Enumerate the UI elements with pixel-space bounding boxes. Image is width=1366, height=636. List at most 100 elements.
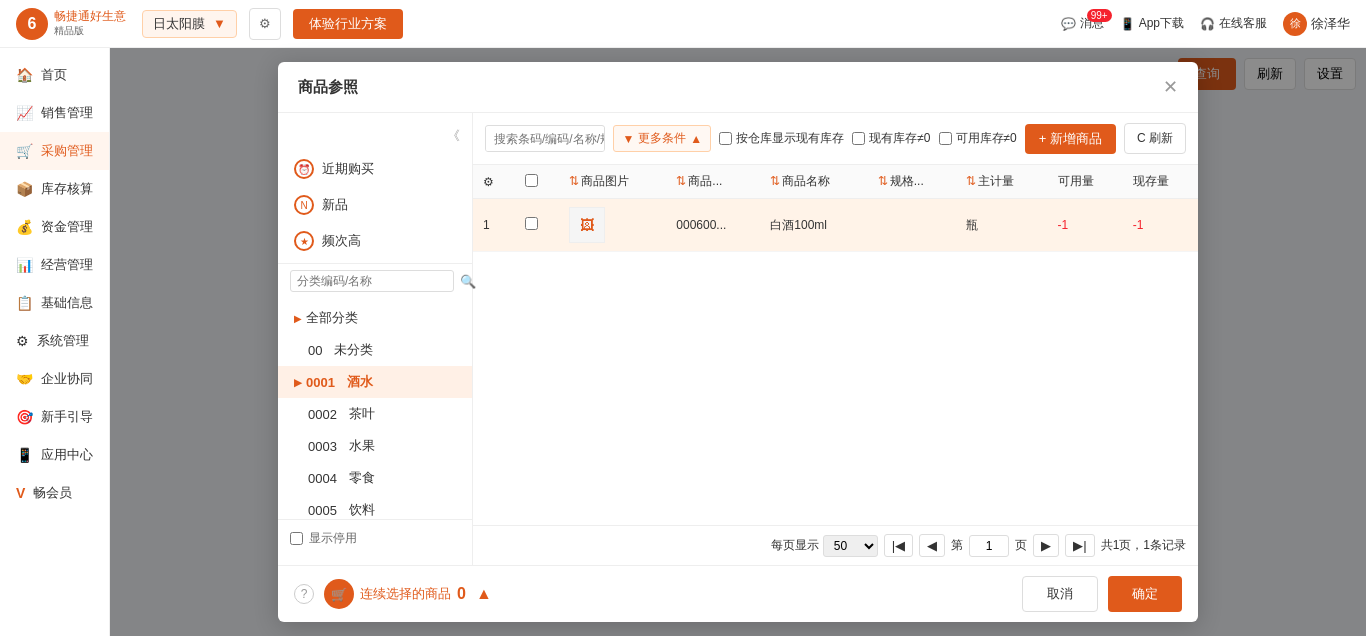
message-nav-item[interactable]: 💬 消息 99+ bbox=[1061, 15, 1104, 32]
select-all-checkbox[interactable] bbox=[525, 174, 538, 187]
product-search-input[interactable] bbox=[486, 127, 605, 151]
close-icon[interactable]: ✕ bbox=[1163, 76, 1178, 98]
left-panel-top: 《 bbox=[278, 121, 472, 151]
headset-icon: 🎧 bbox=[1200, 17, 1215, 31]
nav-selector[interactable]: 日太阳膜 ▼ bbox=[142, 10, 237, 38]
category-search-input[interactable] bbox=[290, 270, 454, 292]
category-item-0005[interactable]: 0005 饮料 bbox=[278, 494, 472, 519]
operations-icon: 📊 bbox=[16, 257, 33, 273]
vip-icon: V bbox=[16, 485, 25, 501]
check-warehouse-checkbox[interactable] bbox=[719, 132, 732, 145]
col-spec: ⇅规格... bbox=[868, 165, 957, 199]
cell-name: 白酒100ml bbox=[760, 199, 867, 252]
show-disabled-row: 显示停用 bbox=[278, 519, 472, 557]
refresh-table-button[interactable]: C 刷新 bbox=[1124, 123, 1186, 154]
cell-index: 1 bbox=[473, 199, 515, 252]
logo-area: 6 畅捷通好生意 精品版 bbox=[16, 8, 126, 40]
check-available-stock-checkbox[interactable] bbox=[939, 132, 952, 145]
star-icon: ★ bbox=[294, 231, 314, 251]
category-item-0004[interactable]: 0004 零食 bbox=[278, 462, 472, 494]
service-nav-item[interactable]: 🎧 在线客服 bbox=[1200, 15, 1267, 32]
cart-icon: 🛒 bbox=[324, 579, 354, 609]
more-conditions-button[interactable]: ▼ 更多条件 ▲ bbox=[613, 125, 711, 152]
category-item-0002[interactable]: 0002 茶叶 bbox=[278, 398, 472, 430]
sidebar-item-sales[interactable]: 📈 销售管理 bbox=[0, 94, 109, 132]
message-badge: 99+ bbox=[1087, 9, 1112, 22]
cell-stock: -1 bbox=[1123, 199, 1198, 252]
phone-icon: 📱 bbox=[1120, 17, 1135, 31]
sales-icon: 📈 bbox=[16, 105, 33, 121]
sidebar-item-inventory[interactable]: 📦 库存核算 bbox=[0, 170, 109, 208]
per-page-select[interactable]: 50 10 20 100 bbox=[823, 535, 878, 557]
modal-body: 《 ⏰ 近期购买 N 新品 ★ 频次高 bbox=[278, 113, 1198, 565]
modal-footer: ? 🛒 连续选择的商品 0 ▲ 取消 确定 bbox=[278, 565, 1198, 622]
new-icon: N bbox=[294, 195, 314, 215]
sidebar-item-operations[interactable]: 📊 经营管理 bbox=[0, 246, 109, 284]
avatar: 徐 bbox=[1283, 12, 1307, 36]
collapse-button[interactable]: 《 bbox=[447, 127, 460, 145]
clock-icon: ⏰ bbox=[294, 159, 314, 179]
triangle-icon: ▶ bbox=[294, 313, 302, 324]
purchase-icon: 🛒 bbox=[16, 143, 33, 159]
sidebar-item-purchase[interactable]: 🛒 采购管理 bbox=[0, 132, 109, 170]
content-area: 查询 刷新 设置 商品参照 ✕ 《 bbox=[110, 48, 1366, 636]
help-icon[interactable]: ? bbox=[294, 584, 314, 604]
modal-header: 商品参照 ✕ bbox=[278, 62, 1198, 113]
col-available: 可用量 bbox=[1048, 165, 1123, 199]
enterprise-icon: 🤝 bbox=[16, 371, 33, 387]
main-layout: 🏠 首页 📈 销售管理 🛒 采购管理 📦 库存核算 💰 资金管理 📊 经营管理 … bbox=[0, 48, 1366, 636]
table-row[interactable]: 1 🖼 000600... 白酒100ml bbox=[473, 199, 1198, 252]
category-item-0003[interactable]: 0003 水果 bbox=[278, 430, 472, 462]
nav-right: 💬 消息 99+ 📱 App下载 🎧 在线客服 徐 徐泽华 bbox=[1061, 12, 1350, 36]
sidebar-item-finance[interactable]: 💰 资金管理 bbox=[0, 208, 109, 246]
cell-image: 🖼 bbox=[559, 199, 666, 252]
cancel-button[interactable]: 取消 bbox=[1022, 576, 1098, 612]
sidebar-item-base-info[interactable]: 📋 基础信息 bbox=[0, 284, 109, 322]
left-panel: 《 ⏰ 近期购买 N 新品 ★ 频次高 bbox=[278, 113, 473, 565]
next-page-button[interactable]: ▶ bbox=[1033, 534, 1059, 557]
sidebar-item-guide[interactable]: 🎯 新手引导 bbox=[0, 398, 109, 436]
check-current-stock-checkbox[interactable] bbox=[852, 132, 865, 145]
experience-button[interactable]: 体验行业方案 bbox=[293, 9, 403, 39]
col-settings[interactable]: ⚙ bbox=[473, 165, 515, 199]
row-checkbox[interactable] bbox=[525, 217, 538, 230]
sidebar-item-system[interactable]: ⚙ 系统管理 bbox=[0, 322, 109, 360]
product-search-bar: 🔍 bbox=[485, 125, 605, 152]
pagination-row: 每页显示 50 10 20 100 |◀ ◀ 第 bbox=[473, 525, 1198, 565]
settings-icon[interactable]: ⚙ bbox=[249, 8, 281, 40]
modal-title: 商品参照 bbox=[298, 78, 358, 97]
cell-checkbox bbox=[515, 199, 559, 252]
page-number-input[interactable] bbox=[969, 535, 1009, 557]
right-panel: 🔍 ▼ 更多条件 ▲ 按仓库显示现有库存 bbox=[473, 113, 1198, 565]
cart-count: 0 bbox=[457, 585, 466, 603]
sidebar-item-vip[interactable]: V 畅会员 bbox=[0, 474, 109, 512]
prev-page-button[interactable]: ◀ bbox=[919, 534, 945, 557]
product-table: ⚙ ⇅商品图片 ⇅商品... ⇅商品名称 ⇅规格... ⇅主计量 可用量 现存 bbox=[473, 165, 1198, 252]
category-item-00[interactable]: 00 未分类 bbox=[278, 334, 472, 366]
add-product-button[interactable]: + 新增商品 bbox=[1025, 124, 1116, 154]
page-per-section: 每页显示 50 10 20 100 bbox=[771, 535, 878, 557]
category-list: ▶ 全部分类 00 未分类 ▶ 0001 酒水 0002 茶 bbox=[278, 298, 472, 519]
sidebar-item-enterprise[interactable]: 🤝 企业协同 bbox=[0, 360, 109, 398]
show-disabled-checkbox[interactable] bbox=[290, 532, 303, 545]
table-settings-icon[interactable]: ⚙ bbox=[483, 175, 494, 189]
category-item-all[interactable]: ▶ 全部分类 bbox=[278, 302, 472, 334]
user-nav-item[interactable]: 徐 徐泽华 bbox=[1283, 12, 1350, 36]
system-icon: ⚙ bbox=[16, 333, 29, 349]
fold-button[interactable]: ▲ bbox=[476, 585, 492, 603]
app-download-nav-item[interactable]: 📱 App下载 bbox=[1120, 15, 1184, 32]
category-item-0001[interactable]: ▶ 0001 酒水 bbox=[278, 366, 472, 398]
confirm-button[interactable]: 确定 bbox=[1108, 576, 1182, 612]
top-nav: 6 畅捷通好生意 精品版 日太阳膜 ▼ ⚙ 体验行业方案 💬 消息 99+ 📱 … bbox=[0, 0, 1366, 48]
first-page-button[interactable]: |◀ bbox=[884, 534, 913, 557]
recent-purchase-nav[interactable]: ⏰ 近期购买 bbox=[278, 151, 472, 187]
new-product-nav[interactable]: N 新品 bbox=[278, 187, 472, 223]
check-current-stock-group: 现有库存≠0 bbox=[852, 130, 930, 147]
last-page-button[interactable]: ▶| bbox=[1065, 534, 1094, 557]
sidebar-item-home[interactable]: 🏠 首页 bbox=[0, 56, 109, 94]
sidebar-item-app-center[interactable]: 📱 应用中心 bbox=[0, 436, 109, 474]
check-available-stock-group: 可用库存≠0 bbox=[939, 130, 1017, 147]
col-code: ⇅商品... bbox=[666, 165, 760, 199]
frequent-nav[interactable]: ★ 频次高 bbox=[278, 223, 472, 259]
app-center-icon: 📱 bbox=[16, 447, 33, 463]
